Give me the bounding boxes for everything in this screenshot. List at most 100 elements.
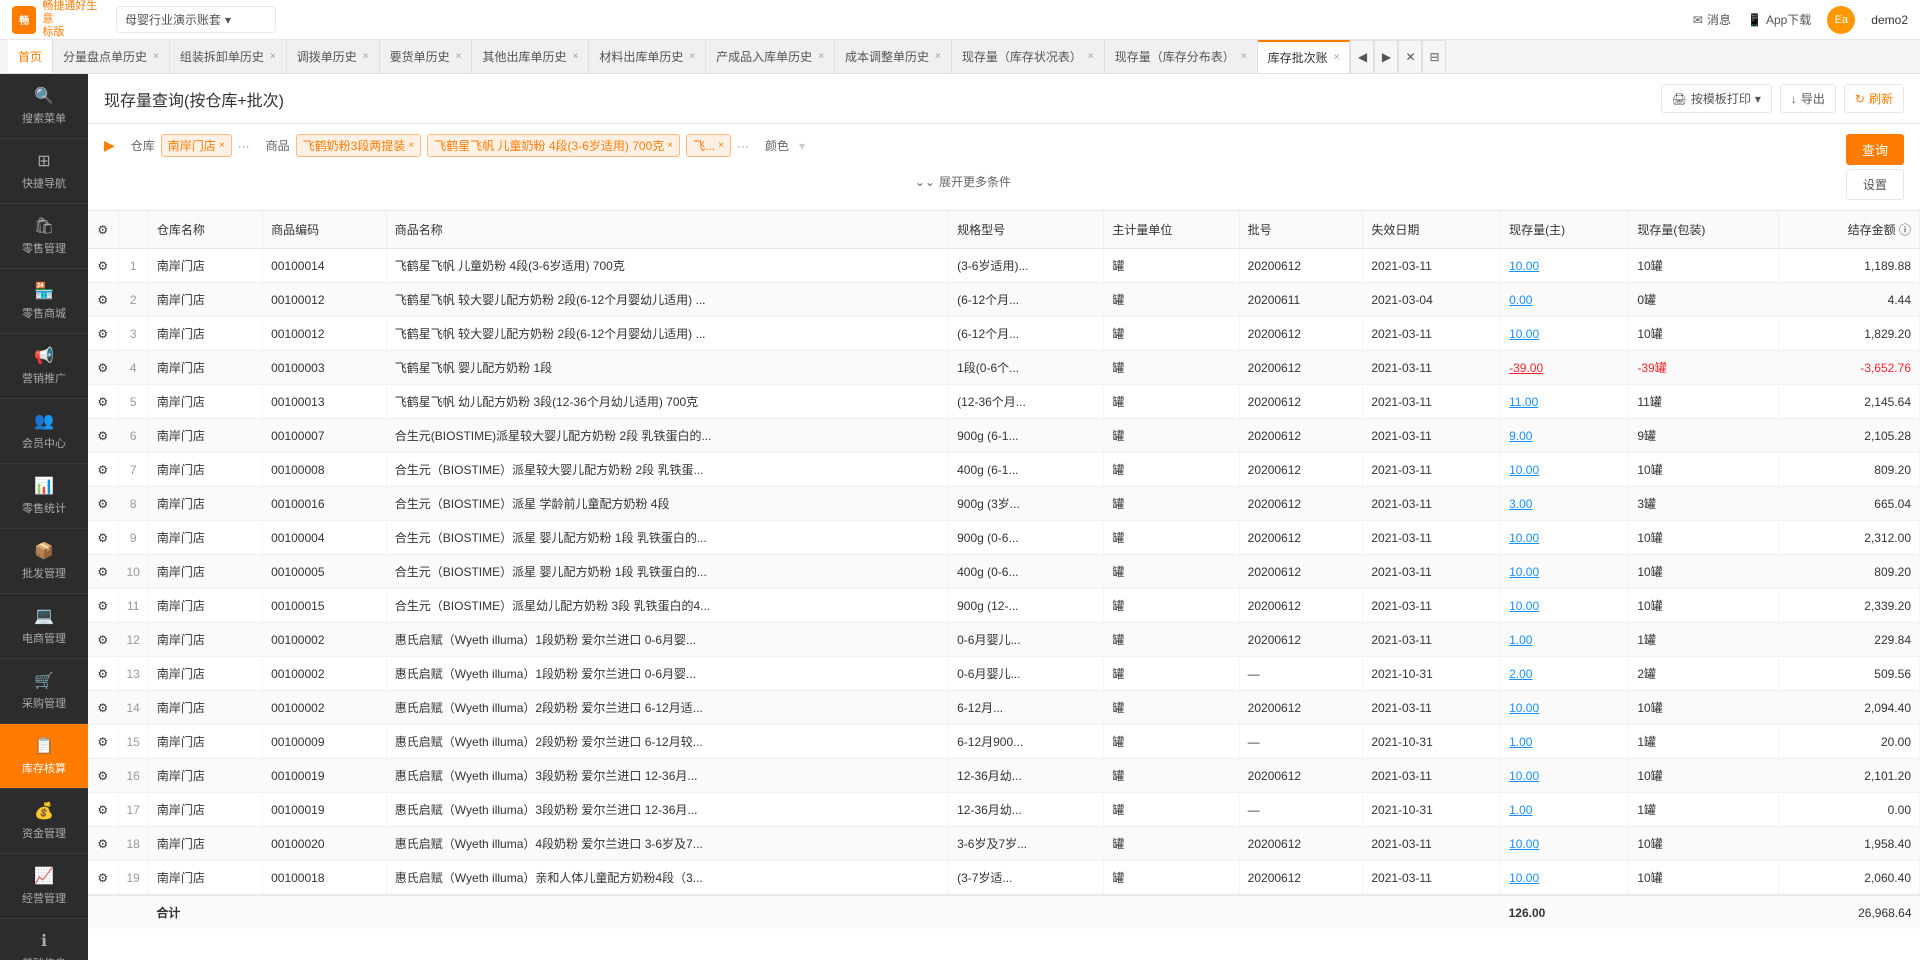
row-settings-icon[interactable]: ⚙ [88, 589, 118, 623]
row-stock-main[interactable]: 9.00 [1501, 419, 1629, 453]
row-settings-icon[interactable]: ⚙ [88, 691, 118, 725]
row-settings-icon[interactable]: ⚙ [88, 385, 118, 419]
row-settings-icon[interactable]: ⚙ [88, 555, 118, 589]
app-download-button[interactable]: 📱 App下载 [1747, 11, 1811, 28]
row-stock-main[interactable]: 10.00 [1501, 453, 1629, 487]
sidebar-item-inventory[interactable]: 📋 库存核算 [0, 724, 88, 789]
row-settings-icon[interactable]: ⚙ [88, 827, 118, 861]
row-stock-main[interactable]: 10.00 [1501, 691, 1629, 725]
refresh-button[interactable]: ↻ 刷新 [1844, 84, 1904, 113]
tab-prev-button[interactable]: ◀ [1350, 40, 1374, 74]
tab-yao-huo[interactable]: 要货单历史 × [380, 40, 473, 74]
row-stock-main[interactable]: 0.00 [1501, 283, 1629, 317]
tab-cailiao[interactable]: 材料出库单历史 × [589, 40, 706, 74]
color-chevron-icon[interactable]: ▾ [799, 139, 805, 153]
sidebar-item-quick-nav[interactable]: ⊞ 快捷导航 [0, 139, 88, 204]
sidebar-item-search[interactable]: 🔍 搜索菜单 [0, 74, 88, 139]
row-stock-main[interactable]: 10.00 [1501, 317, 1629, 351]
row-settings-icon[interactable]: ⚙ [88, 725, 118, 759]
export-button[interactable]: ↓ 导出 [1780, 84, 1836, 113]
row-settings-icon[interactable]: ⚙ [88, 283, 118, 317]
sidebar-item-retail[interactable]: 🛍 零售管理 [0, 204, 88, 269]
tab-xiancun-zhuang[interactable]: 现存量（库存状况表） × [952, 40, 1105, 74]
row-settings-icon[interactable]: ⚙ [88, 623, 118, 657]
sidebar-item-member[interactable]: 👥 会员中心 [0, 399, 88, 464]
product-tag-3[interactable]: 飞... × [686, 134, 731, 157]
sidebar-item-ecommerce[interactable]: 💻 电商管理 [0, 594, 88, 659]
row-stock-main[interactable]: 10.00 [1501, 521, 1629, 555]
filter-expand-arrow[interactable]: ▶ [104, 137, 115, 154]
row-stock-main[interactable]: 10.00 [1501, 759, 1629, 793]
setting-button[interactable]: 设置 [1846, 169, 1904, 200]
print-button[interactable]: 🖨 按模板打印 ▾ [1661, 84, 1772, 113]
product-tag-close-icon[interactable]: × [667, 140, 673, 151]
user-avatar[interactable]: Ea [1827, 6, 1855, 34]
product-tag-1[interactable]: 飞鹤奶粉3段两提装 × [296, 134, 422, 157]
row-settings-icon[interactable]: ⚙ [88, 793, 118, 827]
row-settings-icon[interactable]: ⚙ [88, 657, 118, 691]
row-settings-icon[interactable]: ⚙ [88, 453, 118, 487]
row-settings-icon[interactable]: ⚙ [88, 249, 118, 283]
row-settings-icon[interactable]: ⚙ [88, 861, 118, 896]
sidebar-item-wholesale[interactable]: 📦 批发管理 [0, 529, 88, 594]
tab-menu-button[interactable]: ⊟ [1422, 40, 1446, 74]
sidebar-item-operation[interactable]: 📈 经营管理 [0, 854, 88, 919]
tab-xiancun-fen[interactable]: 现存量（库存分布表） × [1105, 40, 1258, 74]
row-settings-icon[interactable]: ⚙ [88, 419, 118, 453]
row-stock-main[interactable]: 1.00 [1501, 623, 1629, 657]
sidebar-item-purchase[interactable]: 🛒 采购管理 [0, 659, 88, 724]
row-stock-main[interactable]: 3.00 [1501, 487, 1629, 521]
product-tag-close-icon[interactable]: × [408, 140, 414, 151]
tab-close-icon[interactable]: × [456, 51, 462, 62]
row-settings-icon[interactable]: ⚙ [88, 317, 118, 351]
sidebar-item-basic[interactable]: ℹ 基础信息 [0, 919, 88, 960]
tab-close-icon[interactable]: × [363, 51, 369, 62]
row-stock-main[interactable]: 10.00 [1501, 827, 1629, 861]
warehouse-tag-close-icon[interactable]: × [219, 140, 225, 151]
sidebar-item-retail-shop[interactable]: 🏪 零售商城 [0, 269, 88, 334]
sidebar-item-finance[interactable]: 💰 资金管理 [0, 789, 88, 854]
tab-chanchenpin[interactable]: 产成品入库单历史 × [706, 40, 835, 74]
row-stock-main[interactable]: 10.00 [1501, 861, 1629, 896]
row-settings-icon[interactable]: ⚙ [88, 351, 118, 385]
tab-close-icon[interactable]: × [1088, 51, 1094, 62]
industry-select[interactable]: 母婴行业演示账套 ▾ [116, 6, 276, 33]
expand-conditions-button[interactable]: ⌄⌄ 展开更多条件 [907, 169, 1019, 194]
tab-next-button[interactable]: ▶ [1374, 40, 1398, 74]
tab-zu-zhuang[interactable]: 组装拆卸单历史 × [170, 40, 287, 74]
sidebar-item-marketing[interactable]: 📢 营销推广 [0, 334, 88, 399]
row-stock-main[interactable]: 10.00 [1501, 249, 1629, 283]
tab-close-icon[interactable]: × [1334, 52, 1340, 63]
tab-tiao-bo[interactable]: 调拨单历史 × [287, 40, 380, 74]
tab-close-icon[interactable]: × [818, 51, 824, 62]
tab-close-icon[interactable]: × [1241, 51, 1247, 62]
tab-chengben[interactable]: 成本调整单历史 × [835, 40, 952, 74]
sidebar-item-retail-stats[interactable]: 📊 零售统计 [0, 464, 88, 529]
product-tag-close-icon[interactable]: × [718, 140, 724, 151]
user-name[interactable]: demo2 [1871, 13, 1908, 27]
tab-qita-chu[interactable]: 其他出库单历史 × [472, 40, 589, 74]
tab-close-icon[interactable]: × [572, 51, 578, 62]
row-stock-main[interactable]: -39.00 [1501, 351, 1629, 385]
row-stock-main[interactable]: 2.00 [1501, 657, 1629, 691]
row-settings-icon[interactable]: ⚙ [88, 759, 118, 793]
tab-close-icon[interactable]: × [935, 51, 941, 62]
tab-fen-pan[interactable]: 分量盘点单历史 × [53, 40, 170, 74]
row-stock-main[interactable]: 1.00 [1501, 793, 1629, 827]
table-container[interactable]: ⚙ 仓库名称 商品编码 商品名称 规格型号 主计量单位 批号 失效日期 现存量(… [88, 211, 1920, 960]
tab-home[interactable]: 首页 [8, 40, 53, 74]
row-stock-main[interactable]: 1.00 [1501, 725, 1629, 759]
product-tag-2[interactable]: 飞鹤星飞帆 儿童奶粉 4段(3-6岁适用) 700克 × [427, 134, 680, 157]
tab-close-all-button[interactable]: ✕ [1398, 40, 1422, 74]
tab-close-icon[interactable]: × [153, 51, 159, 62]
tab-close-icon[interactable]: × [270, 51, 276, 62]
warehouse-tag[interactable]: 南岸门店 × [161, 134, 232, 157]
tab-close-icon[interactable]: × [689, 51, 695, 62]
row-stock-main[interactable]: 10.00 [1501, 589, 1629, 623]
col-settings[interactable]: ⚙ [88, 211, 118, 249]
row-settings-icon[interactable]: ⚙ [88, 487, 118, 521]
row-settings-icon[interactable]: ⚙ [88, 521, 118, 555]
product-more-dots[interactable]: ··· [737, 139, 749, 153]
row-stock-main[interactable]: 10.00 [1501, 555, 1629, 589]
warehouse-more-dots[interactable]: ··· [238, 139, 250, 153]
